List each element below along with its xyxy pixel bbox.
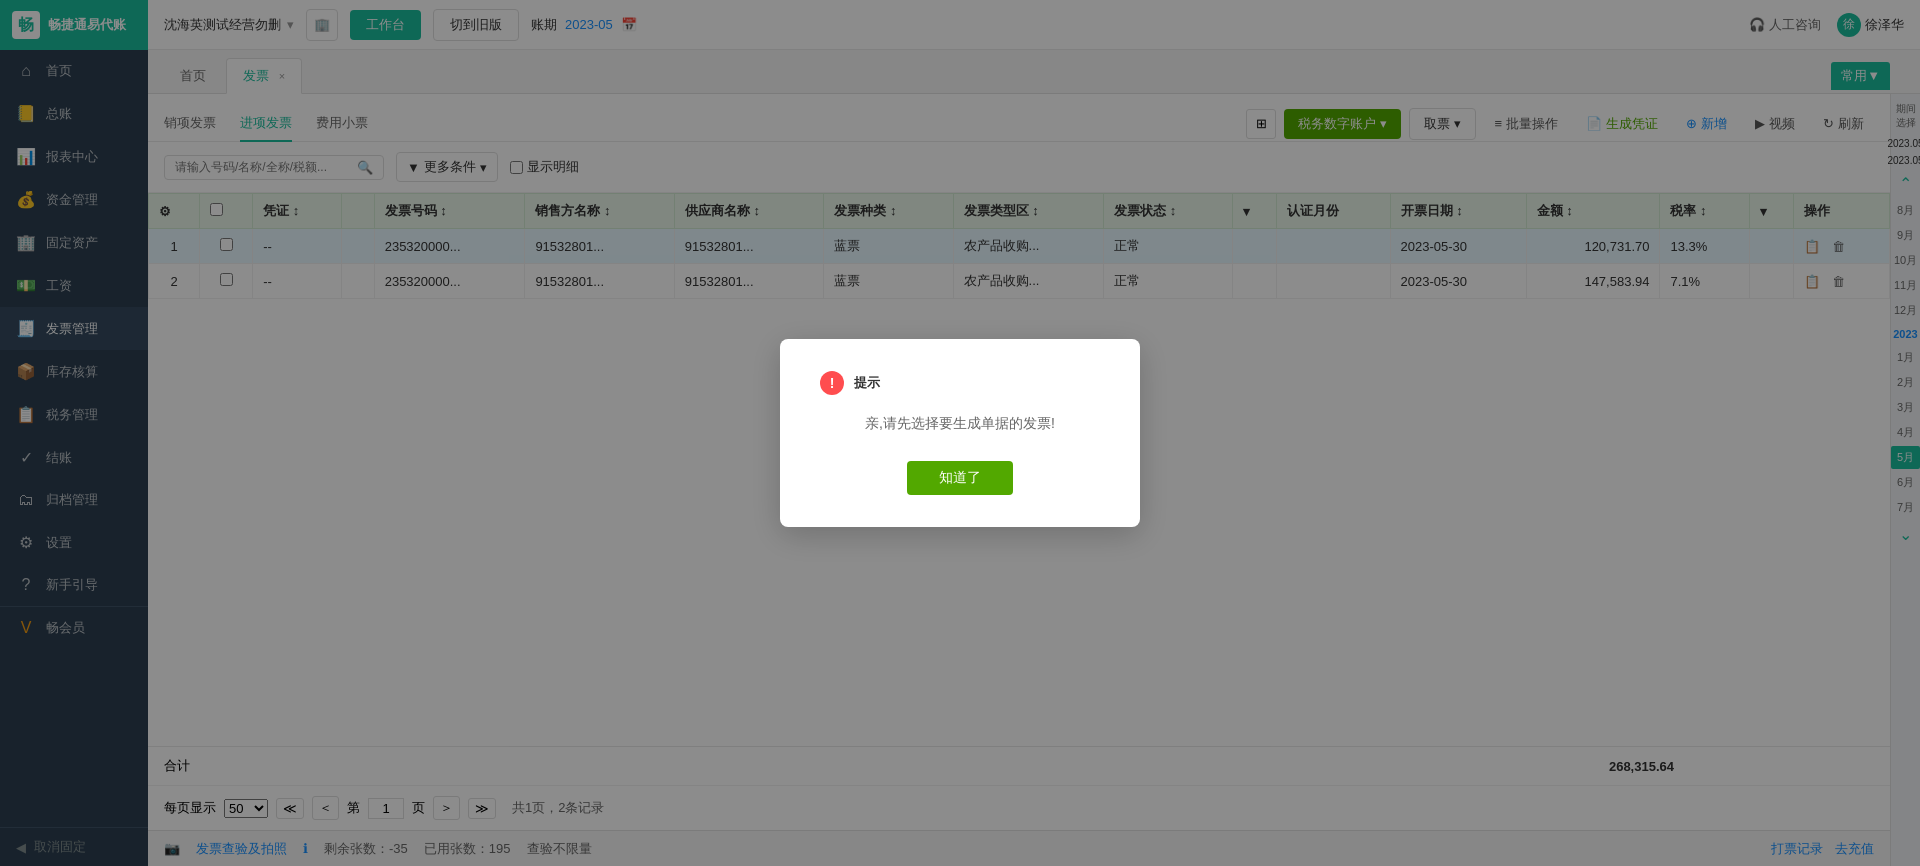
modal-message: 亲,请先选择要生成单据的发票!	[820, 415, 1100, 433]
modal-dialog: ! 提示 亲,请先选择要生成单据的发票! 知道了	[780, 339, 1140, 527]
modal-warning-icon: !	[820, 371, 844, 395]
modal-title-area: ! 提示	[820, 371, 1100, 395]
modal-title-text: 提示	[854, 374, 880, 392]
modal-overlay: ! 提示 亲,请先选择要生成单据的发票! 知道了	[0, 0, 1920, 866]
modal-ok-button[interactable]: 知道了	[907, 461, 1013, 495]
